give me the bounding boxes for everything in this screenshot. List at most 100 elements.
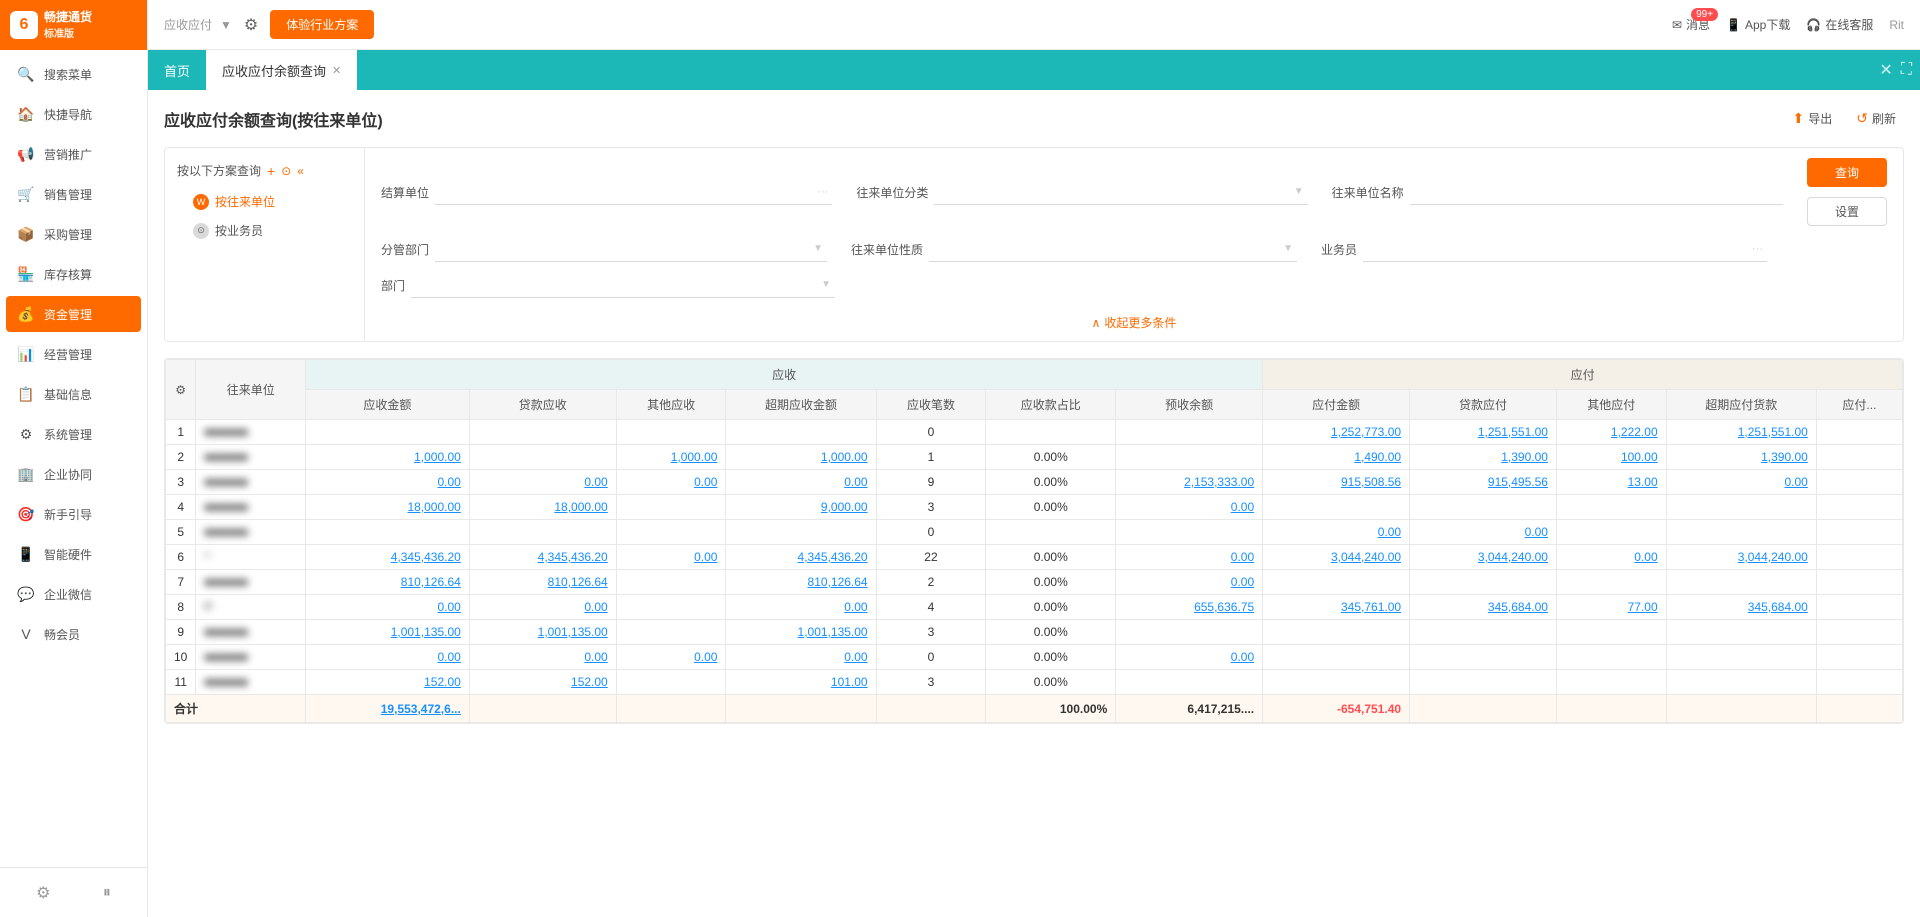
header: 应收应付 ▼ ⚙ 体验行业方案 ✉ 消息 99+ 📱 App下载 🎧 在线客服 …	[148, 0, 1920, 50]
cell-receivable_count: 22	[876, 545, 986, 570]
sidebar-item-purchase[interactable]: 📦 采购管理	[0, 214, 147, 254]
sidebar-item-search[interactable]: 🔍 搜索菜单	[0, 54, 147, 94]
tab-expand-button[interactable]: ⛶	[1901, 61, 1912, 79]
cell-receivable_ratio: 0.00%	[986, 570, 1116, 595]
promo-button[interactable]: 体验行业方案	[270, 10, 374, 39]
sidebar-item-basic[interactable]: 📋 基础信息	[0, 374, 147, 414]
main-content: 应收应付余额查询(按往来单位) ⬆ 导出 ↺ 刷新 按以下方案查询 + ⊙	[148, 90, 1920, 917]
cell-receivable_count: 9	[876, 470, 986, 495]
dept-select[interactable]: ▼	[435, 236, 827, 262]
col-partner-header: 往来单位	[196, 360, 306, 420]
settings-button[interactable]: 设置	[1807, 197, 1887, 226]
export-button[interactable]: ⬆ 导出	[1785, 106, 1841, 131]
sidebar-item-finance[interactable]: 💰 资金管理	[6, 296, 141, 332]
cell-overdue_payable	[1666, 620, 1816, 645]
table-row: 4■■■■■■18,000.0018,000.009,000.0030.00%0…	[166, 495, 1903, 520]
filter-fields: 结算单位 ··· 往来单位分类 ▼ 往来单位名称	[364, 147, 1904, 342]
cell-payable_amount: 1,490.00	[1263, 445, 1410, 470]
filter-settings-icon[interactable]: ⊙	[281, 164, 291, 178]
online-service-button[interactable]: 🎧 在线客服	[1806, 16, 1873, 33]
col-other-receivable: 其他应收	[616, 390, 726, 420]
sidebar-item-inventory[interactable]: 🏪 库存核算	[0, 254, 147, 294]
row-number: 1	[166, 420, 196, 445]
sidebar-item-label: 库存核算	[44, 266, 92, 283]
cell-overdue_receivable: 810,126.64	[726, 570, 876, 595]
tab-receivable[interactable]: 应收应付余额查询 ✕	[206, 50, 357, 90]
cell-receivable_amount	[306, 420, 470, 445]
cell-overdue_receivable: 0.00	[726, 470, 876, 495]
sales-icon: 🛒	[16, 184, 36, 204]
sidebar-item-label: 企业微信	[44, 586, 92, 603]
table-row: 10■■■■■■0.000.000.000.0000.00%0.00	[166, 645, 1903, 670]
col-overdue-receivable: 超期应收金额	[726, 390, 876, 420]
cell-payable_loan: 1,251,551.00	[1410, 420, 1557, 445]
sidebar-settings-btn[interactable]: ⚙	[36, 883, 50, 903]
cell-receivable_amount: 0.00	[306, 470, 470, 495]
cell-other_receivable	[616, 620, 726, 645]
tab-bar: 首页 应收应付余额查询 ✕ ✕ ⛶	[148, 50, 1920, 90]
sidebar-item-system[interactable]: ⚙ 系统管理	[0, 414, 147, 454]
sidebar-item-quicknav[interactable]: 🏠 快捷导航	[0, 94, 147, 134]
page-header: 应收应付余额查询(按往来单位) ⬆ 导出 ↺ 刷新	[164, 106, 1904, 131]
cell-overdue_payable	[1666, 645, 1816, 670]
query-button[interactable]: 查询	[1807, 158, 1887, 187]
sidebar-item-sales[interactable]: 🛒 销售管理	[0, 174, 147, 214]
row-number: 7	[166, 570, 196, 595]
cell-receivable_loan: 0.00	[469, 595, 616, 620]
salesman-input[interactable]: ···	[1363, 236, 1767, 262]
sidebar-item-label: 经营管理	[44, 346, 92, 363]
sidebar-item-operations[interactable]: 📊 经营管理	[0, 334, 147, 374]
partner-name: ■■■■■■	[196, 670, 306, 695]
cell-receivable_loan: 18,000.00	[469, 495, 616, 520]
app-download-label: App下载	[1745, 16, 1790, 33]
tab-home[interactable]: 首页	[148, 50, 206, 90]
tab-close-icon[interactable]: ✕	[332, 64, 341, 77]
cell-other_receivable	[616, 570, 726, 595]
filter-collapse-icon[interactable]: «	[297, 164, 304, 178]
settings-icon[interactable]: ⚙	[244, 15, 258, 35]
partner-name: ■■■■■■	[196, 445, 306, 470]
footer-payable-amount: -654,751.40	[1263, 695, 1410, 723]
sidebar-item-guide[interactable]: 🎯 新手引导	[0, 494, 147, 534]
sidebar-item-marketing[interactable]: 📢 营销推广	[0, 134, 147, 174]
scheme-option-salesman[interactable]: ⊙ 按业务员	[185, 218, 364, 243]
department-select[interactable]: ▼	[411, 272, 835, 298]
cell-other_payable	[1556, 670, 1666, 695]
cell-receivable_amount: 152.00	[306, 670, 470, 695]
cell-overdue_receivable	[726, 420, 876, 445]
purchase-icon: 📦	[16, 224, 36, 244]
settlement-input[interactable]: ···	[435, 179, 832, 205]
sidebar-item-member[interactable]: V 畅会员	[0, 614, 147, 654]
messages-button[interactable]: ✉ 消息 99+	[1672, 16, 1710, 33]
filter-group-department: 部门 ▼	[381, 272, 835, 298]
sidebar-item-corp[interactable]: 🏢 企业协同	[0, 454, 147, 494]
sidebar-item-label: 快捷导航	[44, 106, 92, 123]
sidebar-item-wechat[interactable]: 💬 企业微信	[0, 574, 147, 614]
collapse-filter-button[interactable]: ∧ 收起更多条件	[381, 306, 1887, 331]
cell-overdue_receivable: 9,000.00	[726, 495, 876, 520]
col-settings-header[interactable]: ⚙	[166, 360, 196, 420]
refresh-button[interactable]: ↺ 刷新	[1848, 106, 1904, 131]
cell-other_payable	[1556, 620, 1666, 645]
col-other-payable: 其他应付	[1556, 390, 1666, 420]
name-input[interactable]	[1410, 179, 1783, 205]
scheme-label-partner: 按往来单位	[215, 193, 275, 210]
table-row: 7■■■■■■810,126.64810,126.64810,126.6420.…	[166, 570, 1903, 595]
cell-prepaid_balance	[1116, 670, 1263, 695]
app-download-button[interactable]: 📱 App下载	[1726, 16, 1790, 33]
scheme-option-partner[interactable]: W 按往来单位	[185, 189, 364, 214]
cell-prepaid_balance	[1116, 520, 1263, 545]
inventory-icon: 🏪	[16, 264, 36, 284]
nature-select[interactable]: ▼	[929, 236, 1297, 262]
sidebar-item-hardware[interactable]: 📱 智能硬件	[0, 534, 147, 574]
sidebar-collapse-btn[interactable]: ⏸	[103, 884, 111, 902]
category-select[interactable]: ▼	[934, 179, 1307, 205]
col-payable-group: 应付	[1263, 360, 1903, 390]
cell-payable_more	[1816, 595, 1902, 620]
cell-payable_more	[1816, 670, 1902, 695]
tab-close-button[interactable]: ✕	[1879, 60, 1892, 80]
caret-down-icon4: ▼	[821, 279, 831, 290]
table-row: 2■■■■■■1,000.001,000.001,000.0010.00%1,4…	[166, 445, 1903, 470]
sidebar-item-label: 系统管理	[44, 426, 92, 443]
add-filter-btn[interactable]: +	[267, 163, 275, 179]
